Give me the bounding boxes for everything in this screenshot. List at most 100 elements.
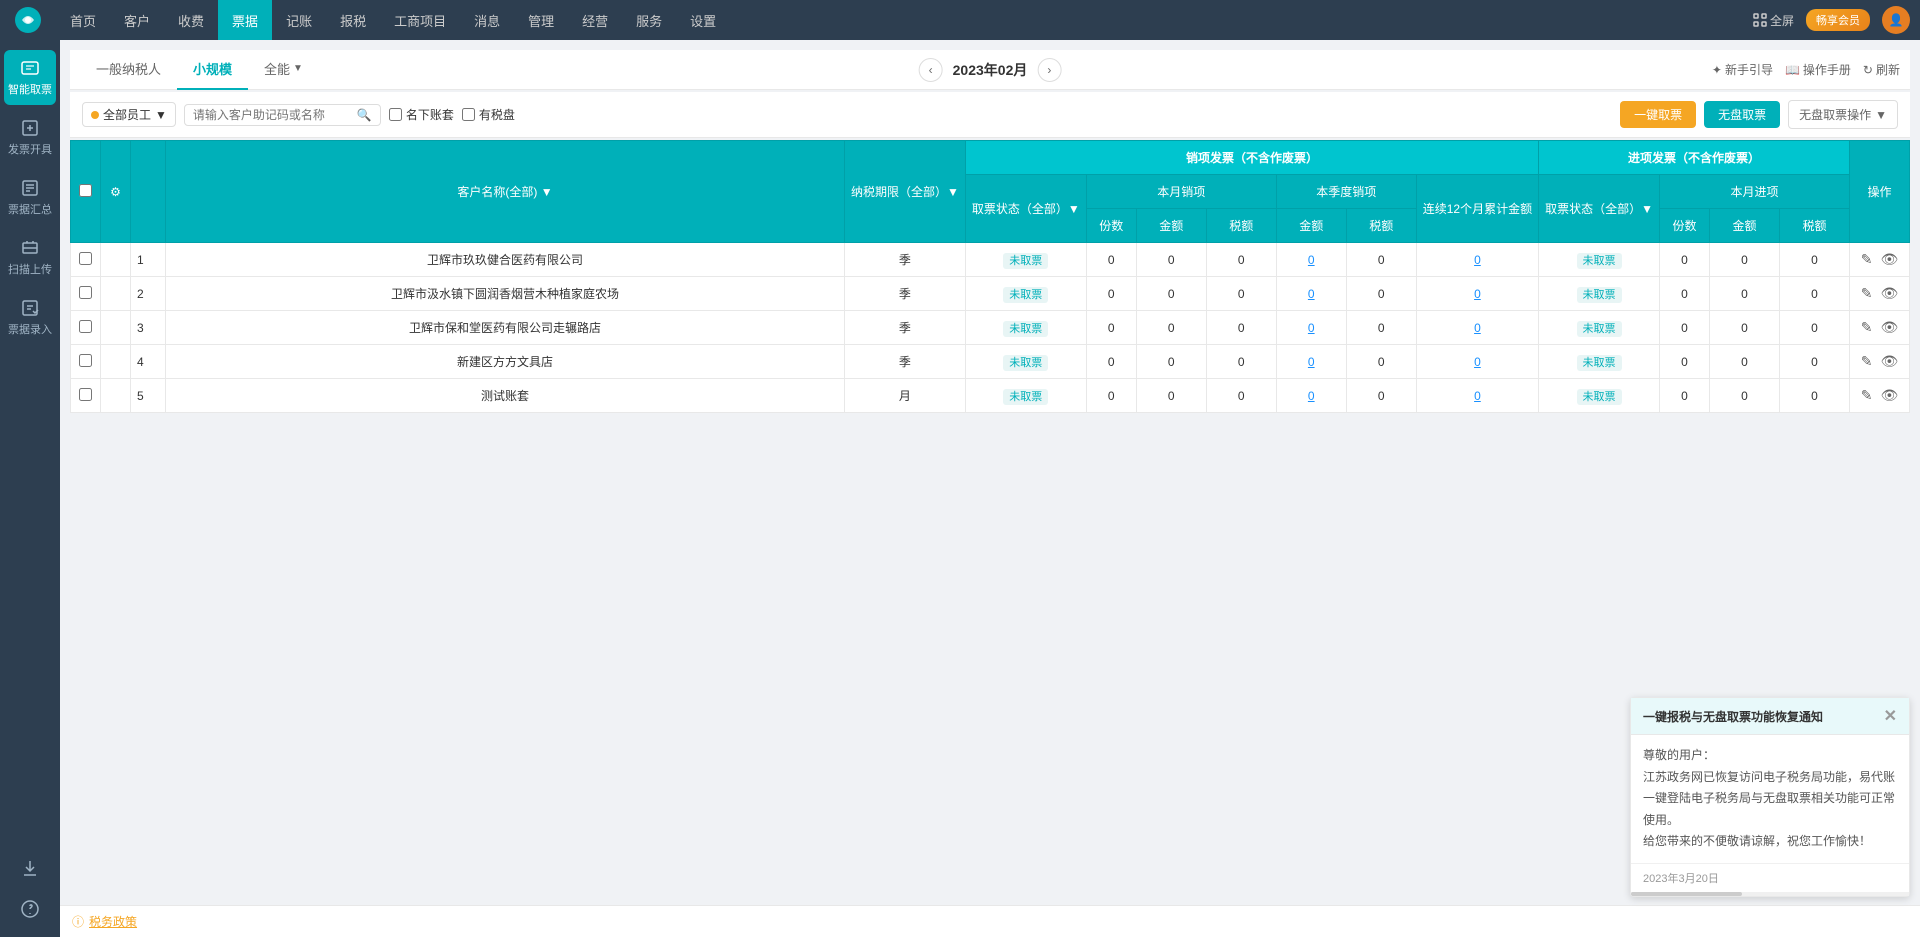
view-icon-2[interactable]: 👁 (1880, 319, 1898, 336)
checkbox-own-account-label: 名下账套 (406, 106, 454, 123)
notification-close-btn[interactable]: ✕ (1884, 706, 1897, 726)
tab-small-scale[interactable]: 小规模 (177, 50, 248, 90)
edit-icon-0[interactable]: ✎ (1861, 251, 1873, 268)
view-icon-3[interactable]: 👁 (1880, 353, 1898, 370)
diskless-ticket-btn[interactable]: 无盘取票 (1704, 101, 1780, 128)
row-in-amount: 0 (1710, 243, 1780, 277)
top-nav-right: 全屏 畅享会员 👤 (1753, 6, 1910, 34)
nav-bookkeeping[interactable]: 记账 (272, 0, 326, 40)
view-icon-1[interactable]: 👁 (1880, 285, 1898, 302)
checkbox-tax-disk-label: 有税盘 (479, 106, 515, 123)
select-all-checkbox[interactable] (79, 184, 92, 197)
sidebar-item-invoice-summary[interactable]: 票据汇总 (4, 170, 56, 225)
view-icon-4[interactable]: 👁 (1880, 387, 1898, 404)
row-cumulative: 0 (1416, 243, 1538, 277)
row-sales-amount: 0 (1136, 243, 1206, 277)
row-quarter-tax: 0 (1346, 243, 1416, 277)
edit-icon-1[interactable]: ✎ (1861, 285, 1873, 302)
sidebar-item-download[interactable] (4, 850, 56, 886)
diskless-operation-label: 无盘取票操作 (1799, 106, 1871, 123)
nav-tax[interactable]: 报税 (326, 0, 380, 40)
th-in-status[interactable]: 取票状态（全部）▼ (1539, 175, 1660, 243)
manual-btn[interactable]: 📖 操作手册 (1785, 61, 1851, 78)
manual-icon: 📖 (1785, 63, 1800, 77)
row-checkbox-0[interactable] (79, 252, 92, 265)
settings-gear-icon[interactable]: ⚙ (110, 185, 121, 199)
new-guide-btn[interactable]: ✦ 新手引导 (1712, 61, 1773, 78)
search-icon[interactable]: 🔍 (357, 108, 372, 122)
th-quarter-amount: 金额 (1276, 209, 1346, 243)
one-click-ticket-btn[interactable]: 一键取票 (1620, 101, 1696, 128)
refresh-btn[interactable]: ↻ 刷新 (1863, 61, 1900, 78)
prev-month-btn[interactable]: ‹ (919, 58, 943, 82)
row-sales-tax: 0 (1206, 345, 1276, 379)
fullscreen-btn[interactable]: 全屏 (1753, 12, 1794, 29)
view-icon-0[interactable]: 👁 (1880, 251, 1898, 268)
th-in-group: 进项发票（不含作废票） (1539, 141, 1850, 175)
toolbar: 全部员工 ▼ 🔍 名下账套 有税盘 一键取票 无盘取票 无盘取票操作 ▼ (70, 92, 1910, 138)
nav-management[interactable]: 管理 (514, 0, 568, 40)
row-sales-tax: 0 (1206, 243, 1276, 277)
row-client: 新建区方方文具店 (166, 345, 845, 379)
row-sales-tax: 0 (1206, 277, 1276, 311)
checkbox-own-account[interactable]: 名下账套 (389, 106, 454, 123)
th-sales-status[interactable]: 取票状态（全部）▼ (965, 175, 1086, 243)
row-period: 季 (844, 277, 965, 311)
employee-select[interactable]: 全部员工 ▼ (82, 102, 176, 127)
table-row: 1 卫辉市玖玖健合医药有限公司 季 未取票 0 0 0 0 0 0 未取票 0 … (71, 243, 1910, 277)
sidebar-item-scan-upload[interactable]: 扫描上传 (4, 230, 56, 285)
table-row: 4 新建区方方文具店 季 未取票 0 0 0 0 0 0 未取票 0 0 0 ✎… (71, 345, 1910, 379)
checkbox-tax-disk[interactable]: 有税盘 (462, 106, 515, 123)
nav-invoice[interactable]: 票据 (218, 0, 272, 40)
nav-message[interactable]: 消息 (460, 0, 514, 40)
row-action-cell: ✎ 👁 (1850, 243, 1910, 277)
nav-settings[interactable]: 设置 (676, 0, 730, 40)
sidebar: 智能取票 发票开具 票据汇总 扫描上传 票据录入 (0, 40, 60, 937)
row-checkbox-4[interactable] (79, 388, 92, 401)
sidebar-item-open-invoice[interactable]: 发票开具 (4, 110, 56, 165)
logo[interactable] (10, 2, 46, 38)
notification-scroll-bar (1631, 892, 1742, 896)
table-row: 2 卫辉市汲水镇下圆润香烟营木种植家庭农场 季 未取票 0 0 0 0 0 0 … (71, 277, 1910, 311)
row-in-status: 未取票 (1539, 243, 1660, 277)
footer-tax-policy-link[interactable]: 税务政策 (89, 913, 137, 930)
edit-icon-2[interactable]: ✎ (1861, 319, 1873, 336)
sidebar-item-smart-ticket[interactable]: 智能取票 (4, 50, 56, 105)
next-month-btn[interactable]: › (1037, 58, 1061, 82)
row-quarter-amount: 0 (1276, 311, 1346, 345)
sidebar-label-open-invoice: 发票开具 (8, 141, 52, 157)
tab-all-capable[interactable]: 全能 ▼ (248, 50, 319, 90)
checkbox-tax-disk-input[interactable] (462, 108, 475, 121)
month-navigation: ‹ 2023年02月 › (919, 58, 1062, 82)
row-period: 季 (844, 243, 965, 277)
nav-client[interactable]: 客户 (110, 0, 164, 40)
edit-icon-3[interactable]: ✎ (1861, 353, 1873, 370)
row-in-amount: 0 (1710, 311, 1780, 345)
th-client[interactable]: 客户名称(全部) ▼ (166, 141, 845, 243)
row-quarter-amount: 0 (1276, 277, 1346, 311)
nav-service[interactable]: 服务 (622, 0, 676, 40)
row-sales-status: 未取票 (965, 243, 1086, 277)
nav-home[interactable]: 首页 (56, 0, 110, 40)
nav-operation[interactable]: 经营 (568, 0, 622, 40)
row-checkbox-2[interactable] (79, 320, 92, 333)
user-avatar[interactable]: 👤 (1882, 6, 1910, 34)
checkbox-own-account-input[interactable] (389, 108, 402, 121)
row-quarter-amount: 0 (1276, 345, 1346, 379)
search-input[interactable] (193, 108, 353, 122)
nav-business[interactable]: 工商项目 (380, 0, 460, 40)
vip-button[interactable]: 畅享会员 (1806, 9, 1870, 31)
row-settings-cell (101, 277, 131, 311)
nav-charge[interactable]: 收费 (164, 0, 218, 40)
row-checkbox-3[interactable] (79, 354, 92, 367)
row-checkbox-1[interactable] (79, 286, 92, 299)
employee-dot (91, 111, 99, 119)
row-quarter-amount: 0 (1276, 379, 1346, 413)
sidebar-item-invoice-entry[interactable]: 票据录入 (4, 290, 56, 345)
row-in-amount: 0 (1710, 277, 1780, 311)
sidebar-item-help[interactable] (4, 891, 56, 927)
tab-general-taxpayer[interactable]: 一般纳税人 (80, 50, 177, 90)
th-period[interactable]: 纳税期限（全部）▼ (844, 141, 965, 243)
edit-icon-4[interactable]: ✎ (1861, 387, 1873, 404)
diskless-ticket-operation-btn[interactable]: 无盘取票操作 ▼ (1788, 100, 1898, 129)
